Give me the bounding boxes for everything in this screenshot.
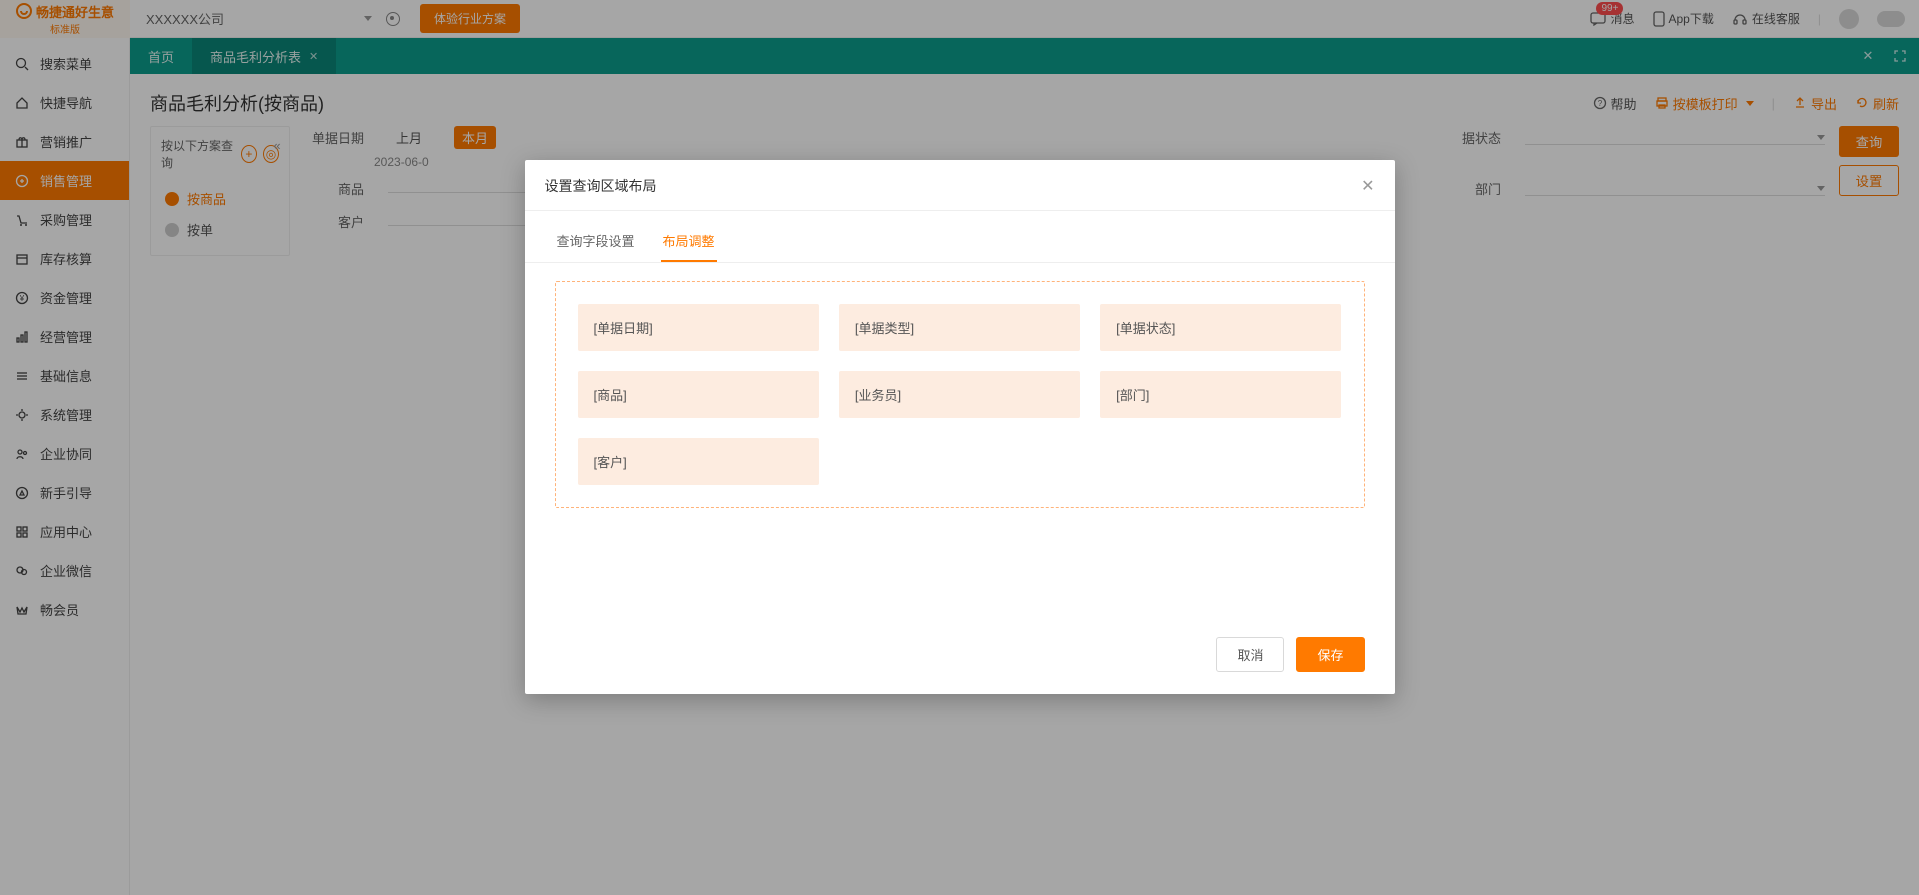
modal-tabs: 查询字段设置 布局调整 (525, 211, 1395, 263)
save-button[interactable]: 保存 (1296, 637, 1364, 672)
layout-token[interactable]: [单据日期] (578, 304, 819, 351)
layout-token[interactable]: [业务员] (839, 371, 1080, 418)
modal-close-button[interactable]: ✕ (1361, 176, 1374, 196)
modal-tab-layout[interactable]: 布局调整 (661, 223, 717, 262)
cancel-button[interactable]: 取消 (1216, 637, 1284, 672)
layout-token[interactable]: [部门] (1100, 371, 1341, 418)
layout-token[interactable]: [单据类型] (839, 304, 1080, 351)
modal-body: [单据日期] [单据类型] [单据状态] [商品] [业务员] [部门] [客户… (525, 263, 1395, 623)
modal-tab-fields[interactable]: 查询字段设置 (555, 223, 637, 262)
layout-settings-modal: 设置查询区域布局 ✕ 查询字段设置 布局调整 [单据日期] [单据类型] [单据… (525, 160, 1395, 694)
modal-tab-label: 布局调整 (663, 234, 715, 249)
layout-token[interactable]: [客户] (578, 438, 819, 485)
modal-tab-label: 查询字段设置 (557, 234, 635, 249)
modal-header: 设置查询区域布局 ✕ (525, 160, 1395, 211)
layout-dropzone[interactable]: [单据日期] [单据类型] [单据状态] [商品] [业务员] [部门] [客户… (555, 281, 1365, 508)
modal-footer: 取消 保存 (525, 623, 1395, 694)
layout-token[interactable]: [单据状态] (1100, 304, 1341, 351)
layout-token[interactable]: [商品] (578, 371, 819, 418)
modal-title: 设置查询区域布局 (545, 176, 657, 196)
